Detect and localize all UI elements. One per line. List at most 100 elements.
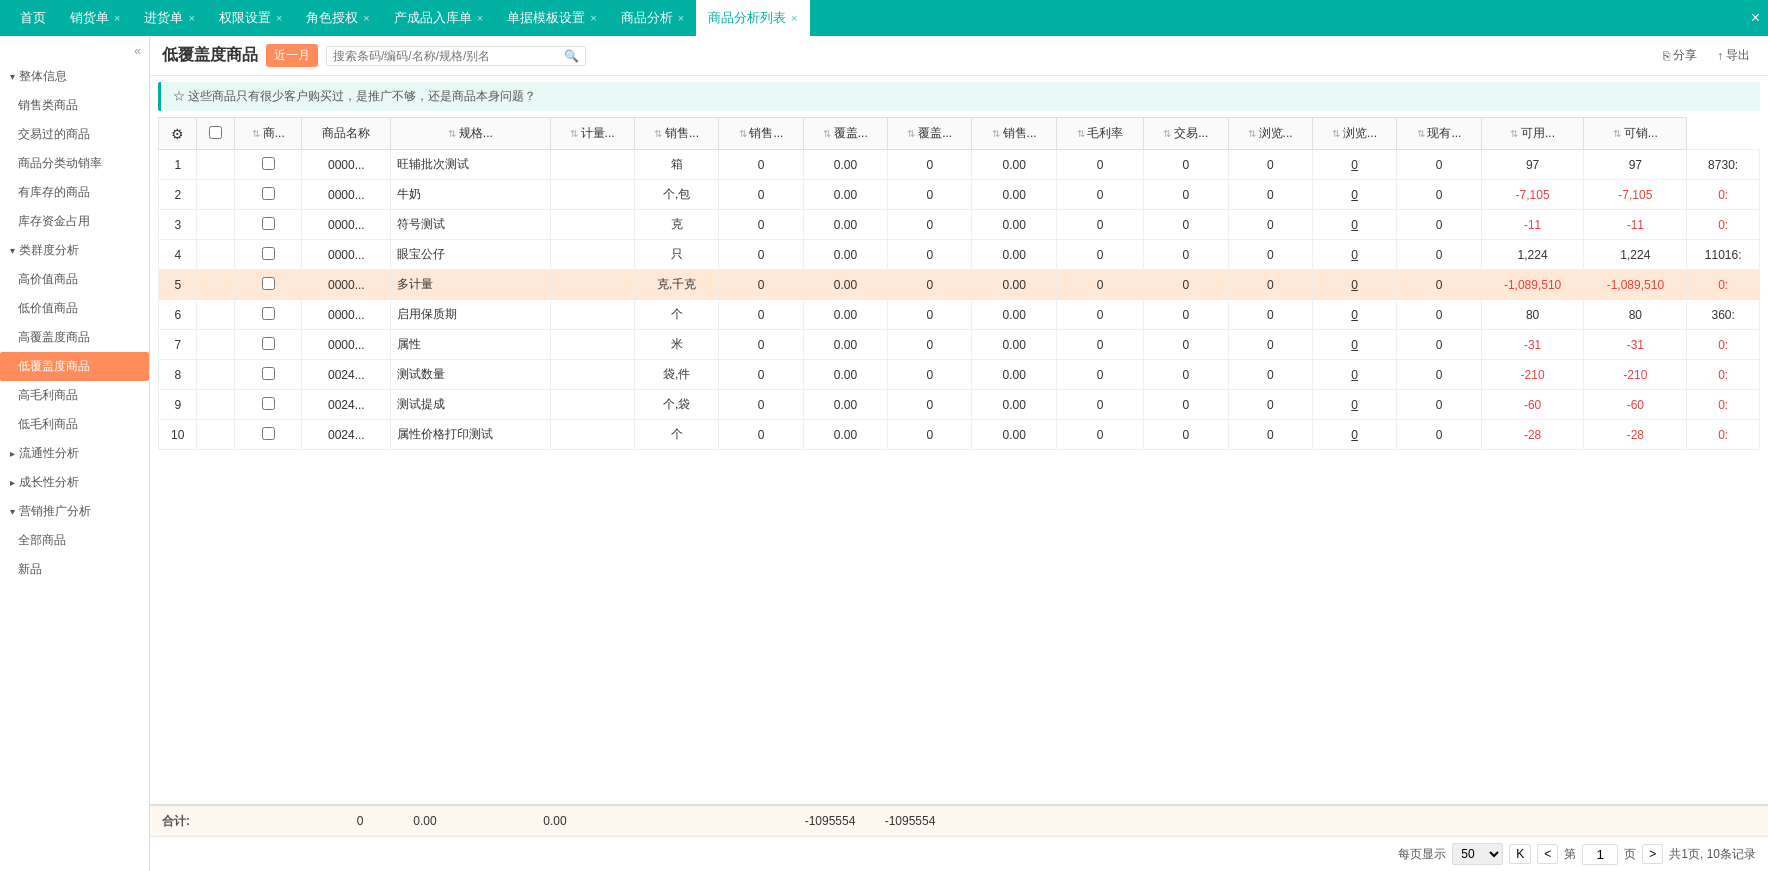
sidebar-group-overall[interactable]: ▾ 整体信息 — [0, 62, 149, 91]
close-analysis-tab-icon[interactable]: × — [678, 12, 684, 24]
sidebar-item-stock-capital[interactable]: 库存资金占用 — [0, 207, 149, 236]
close-template-tab-icon[interactable]: × — [590, 12, 596, 24]
search-icon[interactable]: 🔍 — [564, 49, 579, 63]
row-settings-6[interactable] — [197, 330, 235, 360]
row-select-8[interactable] — [262, 397, 275, 410]
close-all-tabs-button[interactable]: × — [1751, 9, 1760, 27]
first-page-button[interactable]: K — [1509, 844, 1531, 864]
row-select-9[interactable] — [262, 427, 275, 440]
row-select-5[interactable] — [262, 307, 275, 320]
per-page-select[interactable]: 50 20 100 — [1452, 843, 1503, 865]
available-stock-column-header[interactable]: 可用... — [1481, 118, 1584, 150]
prev-page-button[interactable]: < — [1537, 844, 1558, 864]
select-all-checkbox[interactable] — [209, 126, 222, 139]
sidebar-item-traded-goods[interactable]: 交易过的商品 — [0, 120, 149, 149]
page-number-input[interactable] — [1582, 844, 1618, 865]
row-browse1-2[interactable]: 0 — [1312, 210, 1396, 240]
row-select-6[interactable] — [262, 337, 275, 350]
row-browse1-0[interactable]: 0 — [1312, 150, 1396, 180]
sidebar-item-new-goods[interactable]: 新品 — [0, 555, 149, 584]
close-production-tab-icon[interactable]: × — [477, 12, 483, 24]
sidebar-item-high-margin[interactable]: 高毛利商品 — [0, 381, 149, 410]
sales-count-column-header[interactable]: 销售... — [972, 118, 1056, 150]
nav-tab-sales[interactable]: 销货单 × — [58, 0, 132, 36]
current-stock-column-header[interactable]: 现有... — [1397, 118, 1481, 150]
saleable-column-header[interactable]: 可销... — [1584, 118, 1687, 150]
nav-tab-analysis-list[interactable]: 商品分析列表 × — [696, 0, 809, 36]
row-settings-8[interactable] — [197, 390, 235, 420]
row-select-1[interactable] — [262, 187, 275, 200]
row-browse1-9[interactable]: 0 — [1312, 420, 1396, 450]
row-browse1-8[interactable]: 0 — [1312, 390, 1396, 420]
browse1-column-header[interactable]: 浏览... — [1228, 118, 1312, 150]
browse2-column-header[interactable]: 浏览... — [1312, 118, 1396, 150]
row-browse1-4[interactable]: 0 — [1312, 270, 1396, 300]
sidebar-item-category-rate[interactable]: 商品分类动销率 — [0, 149, 149, 178]
sidebar-item-sales-goods[interactable]: 销售类商品 — [0, 91, 149, 120]
sidebar-item-stocked-goods[interactable]: 有库存的商品 — [0, 178, 149, 207]
sidebar-item-high-coverage[interactable]: 高覆盖度商品 — [0, 323, 149, 352]
row-settings-7[interactable] — [197, 360, 235, 390]
row-browse1-3[interactable]: 0 — [1312, 240, 1396, 270]
row-checkbox-4[interactable] — [235, 270, 302, 300]
sidebar-group-cluster[interactable]: ▾ 类群度分析 — [0, 236, 149, 265]
row-checkbox-5[interactable] — [235, 300, 302, 330]
sidebar-item-low-coverage[interactable]: 低覆盖度商品 — [0, 352, 149, 381]
sidebar-item-all-goods[interactable]: 全部商品 — [0, 526, 149, 555]
sidebar-collapse-button[interactable]: « — [0, 40, 149, 62]
sales-qty-column-header[interactable]: 销售... — [634, 118, 718, 150]
settings-column-header[interactable]: ⚙ — [159, 118, 197, 150]
row-browse1-1[interactable]: 0 — [1312, 180, 1396, 210]
coverage1-column-header[interactable]: 覆盖... — [803, 118, 887, 150]
row-checkbox-3[interactable] — [235, 240, 302, 270]
row-settings-1[interactable] — [197, 180, 235, 210]
export-button[interactable]: ↑ 导出 — [1711, 44, 1756, 67]
row-browse1-7[interactable]: 0 — [1312, 360, 1396, 390]
row-checkbox-9[interactable] — [235, 420, 302, 450]
sidebar-item-low-margin[interactable]: 低毛利商品 — [0, 410, 149, 439]
time-filter-button[interactable]: 近一月 — [266, 44, 318, 67]
nav-tab-production[interactable]: 产成品入库单 × — [382, 0, 495, 36]
row-settings-3[interactable] — [197, 240, 235, 270]
close-roles-tab-icon[interactable]: × — [363, 12, 369, 24]
row-select-3[interactable] — [262, 247, 275, 260]
row-select-0[interactable] — [262, 157, 275, 170]
row-checkbox-2[interactable] — [235, 210, 302, 240]
search-input[interactable] — [333, 49, 564, 63]
name-column-header[interactable]: 商品名称 — [302, 118, 391, 150]
row-settings-4[interactable] — [197, 270, 235, 300]
row-checkbox-0[interactable] — [235, 150, 302, 180]
coverage2-column-header[interactable]: 覆盖... — [888, 118, 972, 150]
nav-tab-template[interactable]: 单据模板设置 × — [495, 0, 608, 36]
spec-column-header[interactable]: 规格... — [391, 118, 550, 150]
sidebar-item-high-value[interactable]: 高价值商品 — [0, 265, 149, 294]
row-browse1-5[interactable]: 0 — [1312, 300, 1396, 330]
sales-amount-column-header[interactable]: 销售... — [719, 118, 803, 150]
sidebar-item-low-value[interactable]: 低价值商品 — [0, 294, 149, 323]
row-checkbox-7[interactable] — [235, 360, 302, 390]
sidebar-group-growth[interactable]: ▸ 成长性分析 — [0, 468, 149, 497]
row-settings-5[interactable] — [197, 300, 235, 330]
close-analysis-list-tab-icon[interactable]: × — [791, 12, 797, 24]
nav-tab-permissions[interactable]: 权限设置 × — [207, 0, 294, 36]
nav-tab-product-analysis[interactable]: 商品分析 × — [609, 0, 696, 36]
close-purchase-tab-icon[interactable]: × — [188, 12, 194, 24]
sidebar-group-liquidity[interactable]: ▸ 流通性分析 — [0, 439, 149, 468]
close-sales-tab-icon[interactable]: × — [114, 12, 120, 24]
close-permissions-tab-icon[interactable]: × — [276, 12, 282, 24]
row-settings-2[interactable] — [197, 210, 235, 240]
row-browse1-6[interactable]: 0 — [1312, 330, 1396, 360]
code-column-header[interactable]: 商... — [235, 118, 302, 150]
next-page-button[interactable]: > — [1642, 844, 1663, 864]
row-select-4[interactable] — [262, 277, 275, 290]
row-checkbox-8[interactable] — [235, 390, 302, 420]
row-checkbox-1[interactable] — [235, 180, 302, 210]
share-button[interactable]: ⎘ 分享 — [1657, 44, 1703, 67]
row-select-2[interactable] — [262, 217, 275, 230]
sidebar-group-marketing[interactable]: ▾ 营销推广分析 — [0, 497, 149, 526]
row-settings-9[interactable] — [197, 420, 235, 450]
unit-column-header[interactable]: 计量... — [550, 118, 634, 150]
row-checkbox-6[interactable] — [235, 330, 302, 360]
nav-tab-roles[interactable]: 角色授权 × — [294, 0, 381, 36]
row-settings-0[interactable] — [197, 150, 235, 180]
